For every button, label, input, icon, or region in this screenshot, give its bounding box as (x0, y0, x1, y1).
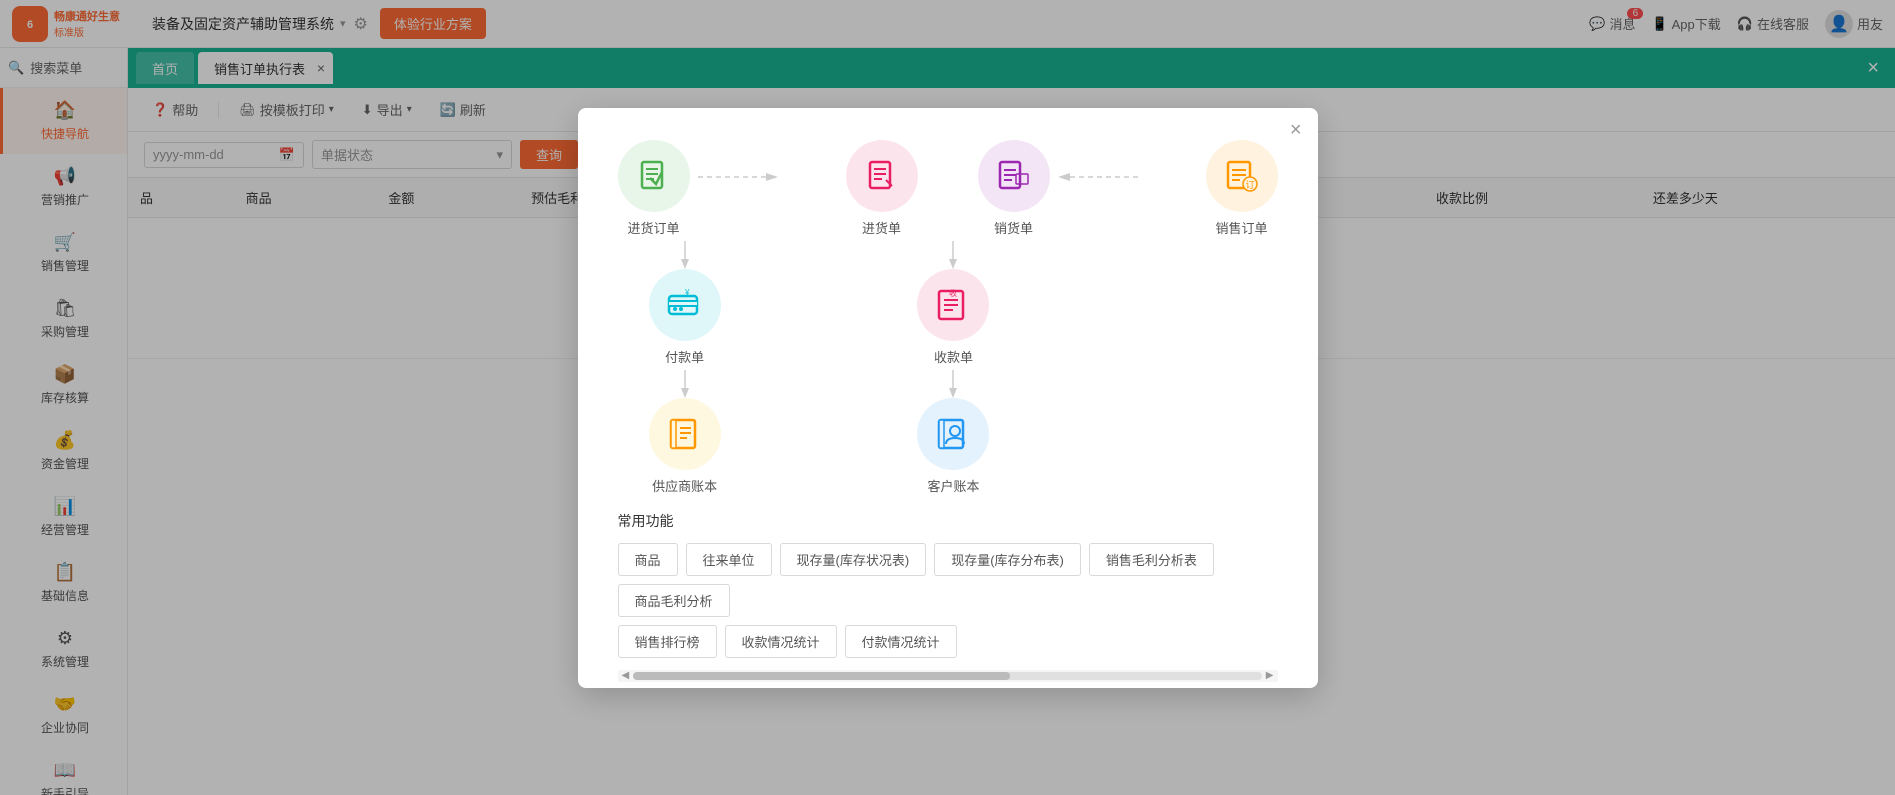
flow-node-customer-book: 客户账本 (917, 398, 989, 495)
sales-bill-circle (978, 140, 1050, 212)
scrollbar-thumb (633, 672, 1010, 680)
svg-text:收: 收 (949, 288, 957, 298)
customer-book-circle (917, 398, 989, 470)
supplier-book-circle (649, 398, 721, 470)
flow-node-sales-bill: 销货单 (978, 140, 1050, 237)
payment-circle: ¥ (649, 269, 721, 341)
flow-modal: × 进货订单 (578, 108, 1318, 688)
modal-close-button[interactable]: × (1290, 120, 1302, 140)
func-btn-sales-ranking[interactable]: 销售排行榜 (618, 625, 717, 658)
sales-order-circle: 订 (1206, 140, 1278, 212)
flow-node-purchase-bill: 进货单 (846, 140, 918, 237)
v-arrow-1 (649, 241, 721, 269)
sales-order-label: 销售订单 (1215, 218, 1267, 237)
func-btn-sales-margin[interactable]: 销售毛利分析表 (1089, 543, 1214, 576)
svg-text:订: 订 (1245, 180, 1254, 190)
receipt-circle: 收 (917, 269, 989, 341)
modal-scrollbar[interactable]: ◀ ▶ (618, 670, 1278, 682)
flow-node-supplier-book: 供应商账本 (649, 398, 721, 495)
func-btn-product[interactable]: 商品 (618, 543, 678, 576)
purchase-order-label: 进货订单 (627, 218, 679, 237)
scrollbar-left-arrow[interactable]: ◀ (622, 670, 630, 681)
v-arrow-3 (649, 370, 721, 398)
flow-node-purchase-order: 进货订单 (618, 140, 690, 237)
v-arrow-2 (917, 241, 989, 269)
purchase-bill-label: 进货单 (862, 218, 901, 237)
func-btn-payment-stats[interactable]: 付款情况统计 (845, 625, 957, 658)
modal-overlay[interactable]: × 进货订单 (0, 0, 1895, 795)
arrow-sales-order-to-bill (1058, 171, 1198, 183)
purchase-order-circle (618, 140, 690, 212)
func-btn-stock-status[interactable]: 现存量(库存状况表) (780, 543, 927, 576)
payment-label: 付款单 (665, 347, 704, 366)
receipt-label: 收款单 (934, 347, 973, 366)
func-btn-product-margin[interactable]: 商品毛利分析 (618, 584, 730, 617)
customer-book-label: 客户账本 (927, 476, 979, 495)
flow-node-sales-order: 订 销售订单 (1206, 140, 1278, 237)
flow-node-payment: ¥ 付款单 (649, 269, 721, 366)
func-btn-stock-dist[interactable]: 现存量(库存分布表) (934, 543, 1081, 576)
flow-node-receipt: 收 收款单 (917, 269, 989, 366)
scrollbar-track[interactable] (633, 672, 1262, 680)
supplier-book-label: 供应商账本 (652, 476, 717, 495)
func-buttons-row1: 商品 往来单位 现存量(库存状况表) 现存量(库存分布表) 销售毛利分析表 商品… (618, 543, 1278, 617)
func-buttons-row2: 销售排行榜 收款情况统计 付款情况统计 (618, 625, 1278, 658)
func-btn-contacts[interactable]: 往来单位 (686, 543, 772, 576)
sales-bill-label: 销货单 (994, 218, 1033, 237)
modal-body: 进货订单 进货单 (578, 108, 1318, 688)
common-func-title: 常用功能 (618, 511, 1278, 531)
svg-text:¥: ¥ (684, 288, 690, 297)
func-btn-receipt-stats[interactable]: 收款情况统计 (725, 625, 837, 658)
v-arrow-4 (917, 370, 989, 398)
arrow-purchase-to-bill (698, 171, 838, 183)
purchase-bill-circle (846, 140, 918, 212)
scrollbar-right-arrow[interactable]: ▶ (1266, 670, 1274, 681)
